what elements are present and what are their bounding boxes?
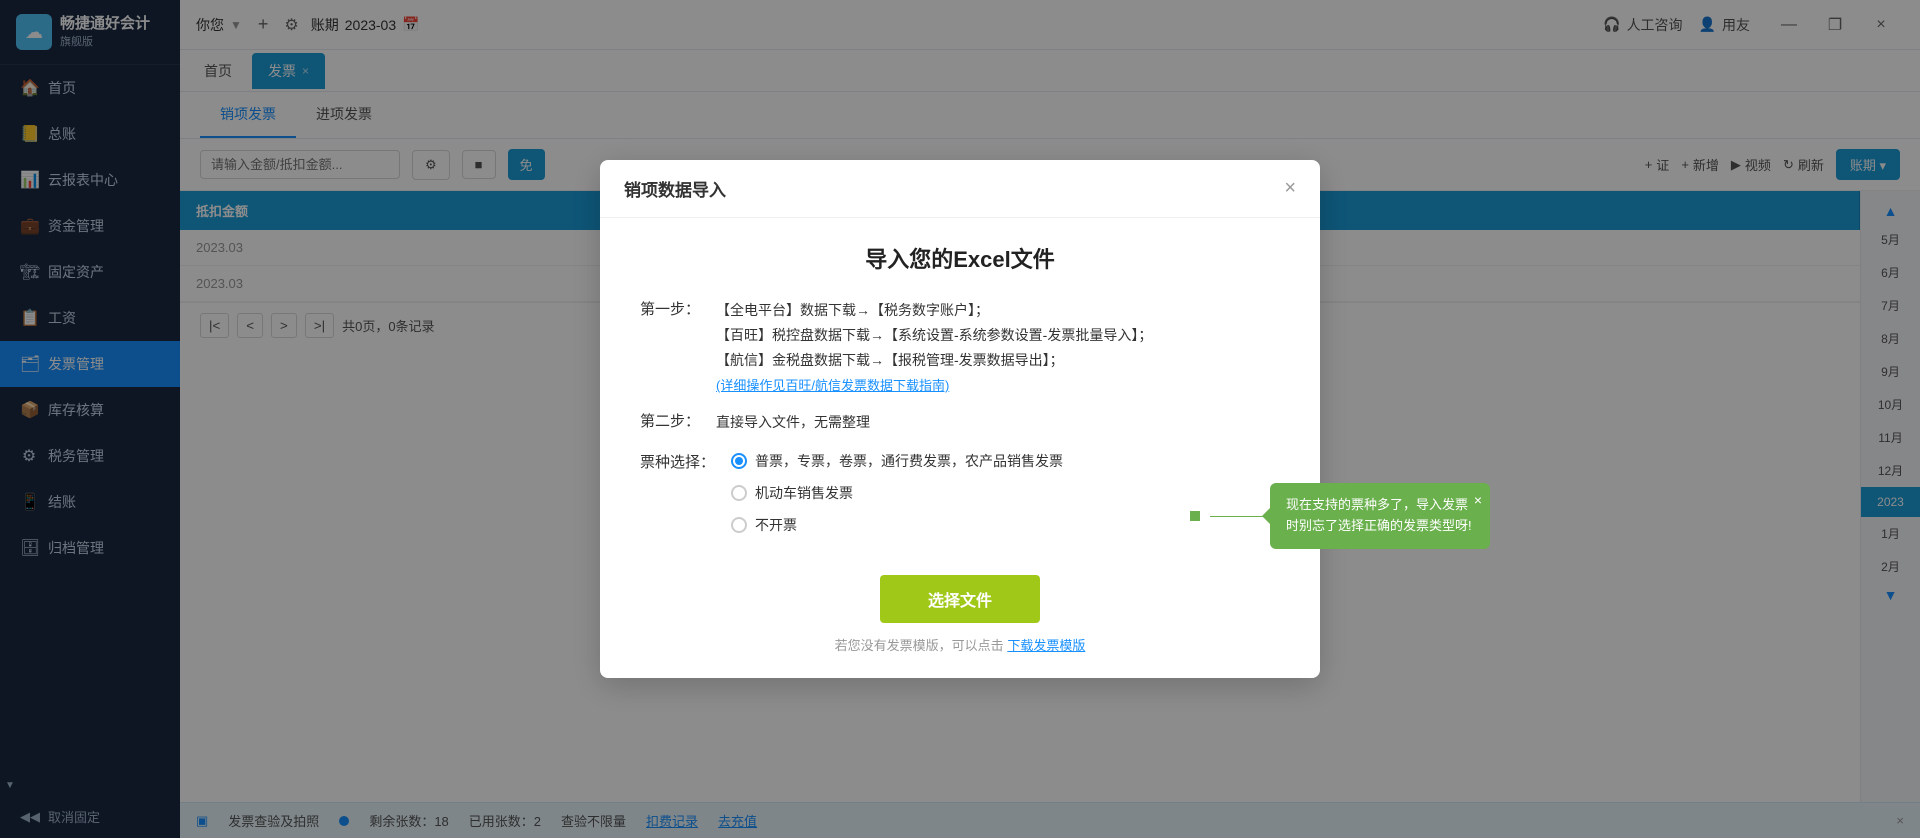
step2-content: 直接导入文件，无需整理 [716, 410, 870, 435]
ticket-option-2[interactable]: 不开票 [731, 515, 1063, 535]
step1-label: 第一步： [640, 298, 700, 399]
download-template-link[interactable]: 下载发票模版 [1007, 638, 1085, 653]
tooltip-close-button[interactable]: × [1474, 489, 1482, 511]
radio-checked-icon [731, 453, 747, 469]
guide-link[interactable]: (详细操作见百旺/航信发票数据下载指南) [716, 378, 949, 393]
radio-unchecked-icon-1 [731, 485, 747, 501]
ticket-option-0[interactable]: 普票，专票，卷票，通行费发票，农产品销售发票 [731, 451, 1063, 471]
modal-body: 导入您的Excel文件 第一步： 【全电平台】数据下载→【税务数字账户】； 【百… [600, 218, 1320, 576]
modal-overlay: 销项数据导入 × 导入您的Excel文件 第一步： 【全电平台】数据下载→【税务… [0, 0, 1920, 838]
ticket-type-section: 票种选择： 普票，专票，卷票，通行费发票，农产品销售发票 机动车销售发票 不开票 [640, 451, 1280, 535]
modal-main-title: 导入您的Excel文件 [640, 242, 1280, 274]
tooltip-line [1210, 516, 1270, 517]
select-file-button[interactable]: 选择文件 [880, 575, 1040, 623]
import-modal: 销项数据导入 × 导入您的Excel文件 第一步： 【全电平台】数据下载→【税务… [600, 160, 1320, 679]
tooltip-connector-dot [1190, 511, 1200, 521]
ticket-type-label: 票种选择： [640, 451, 715, 535]
step1-content: 【全电平台】数据下载→【税务数字账户】； 【百旺】税控盘数据下载→【系统设置-系… [716, 298, 1152, 399]
step2-row: 第二步： 直接导入文件，无需整理 [640, 410, 1280, 435]
modal-title: 销项数据导入 [624, 176, 726, 201]
step1-row: 第一步： 【全电平台】数据下载→【税务数字账户】； 【百旺】税控盘数据下载→【系… [640, 298, 1280, 399]
modal-footer: 选择文件 若您没有发票模版，可以点击 下载发票模版 [600, 575, 1320, 678]
ticket-options: 普票，专票，卷票，通行费发票，农产品销售发票 机动车销售发票 不开票 [731, 451, 1063, 535]
modal-header: 销项数据导入 × [600, 160, 1320, 218]
tooltip-box: × 现在支持的票种多了，导入发票时别忘了选择正确的发票类型呀! [1270, 483, 1490, 549]
radio-unchecked-icon-2 [731, 517, 747, 533]
modal-close-button[interactable]: × [1284, 177, 1296, 200]
modal-download-hint: 若您没有发票模版，可以点击 下载发票模版 [600, 635, 1320, 654]
ticket-option-1[interactable]: 机动车销售发票 [731, 483, 1063, 503]
step2-label: 第二步： [640, 410, 700, 435]
tooltip-wrapper: × 现在支持的票种多了，导入发票时别忘了选择正确的发票类型呀! [1200, 483, 1490, 549]
